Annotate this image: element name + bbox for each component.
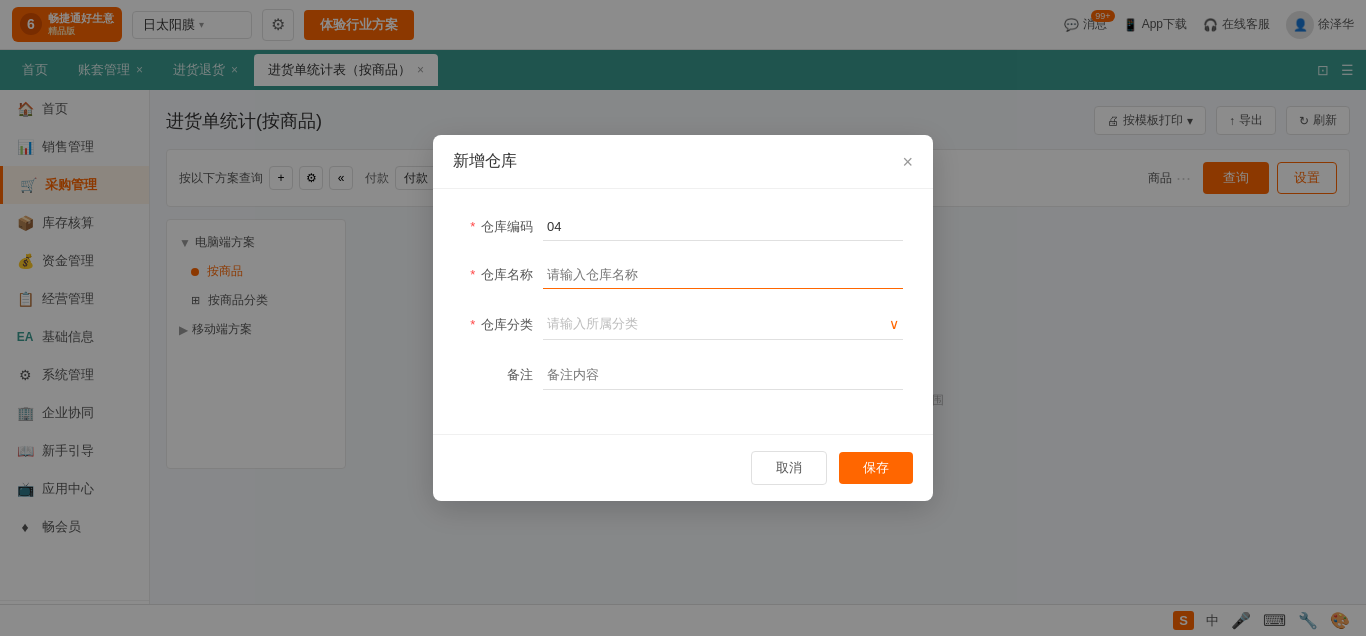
form-row-code: * 仓库编码 (463, 213, 903, 241)
name-input[interactable] (543, 261, 903, 289)
modal-header: 新增仓库 × (433, 135, 933, 189)
save-button[interactable]: 保存 (839, 452, 913, 484)
modal-add-warehouse: 新增仓库 × * 仓库编码 * 仓库名称 (433, 135, 933, 501)
category-placeholder: 请输入所属分类 (547, 315, 638, 333)
category-select[interactable]: 请输入所属分类 ∨ (543, 309, 903, 340)
form-row-category: * 仓库分类 请输入所属分类 ∨ (463, 309, 903, 340)
note-input[interactable] (543, 360, 903, 390)
cancel-button[interactable]: 取消 (751, 451, 827, 485)
code-label: * 仓库编码 (463, 218, 543, 236)
modal-footer: 取消 保存 (433, 434, 933, 501)
category-label: * 仓库分类 (463, 316, 543, 334)
code-required-mark: * (470, 219, 475, 234)
modal-body: * 仓库编码 * 仓库名称 * 仓库分类 请输入 (433, 189, 933, 434)
name-label: * 仓库名称 (463, 266, 543, 284)
name-required-mark: * (470, 267, 475, 282)
code-input[interactable] (543, 213, 903, 241)
note-label: 备注 (463, 366, 543, 384)
modal-title: 新增仓库 (453, 151, 517, 172)
modal-close-button[interactable]: × (902, 153, 913, 171)
category-required-mark: * (470, 317, 475, 332)
modal-overlay: 新增仓库 × * 仓库编码 * 仓库名称 (0, 0, 1366, 636)
form-row-note: 备注 (463, 360, 903, 390)
form-row-name: * 仓库名称 (463, 261, 903, 289)
category-dropdown-arrow: ∨ (889, 316, 899, 332)
